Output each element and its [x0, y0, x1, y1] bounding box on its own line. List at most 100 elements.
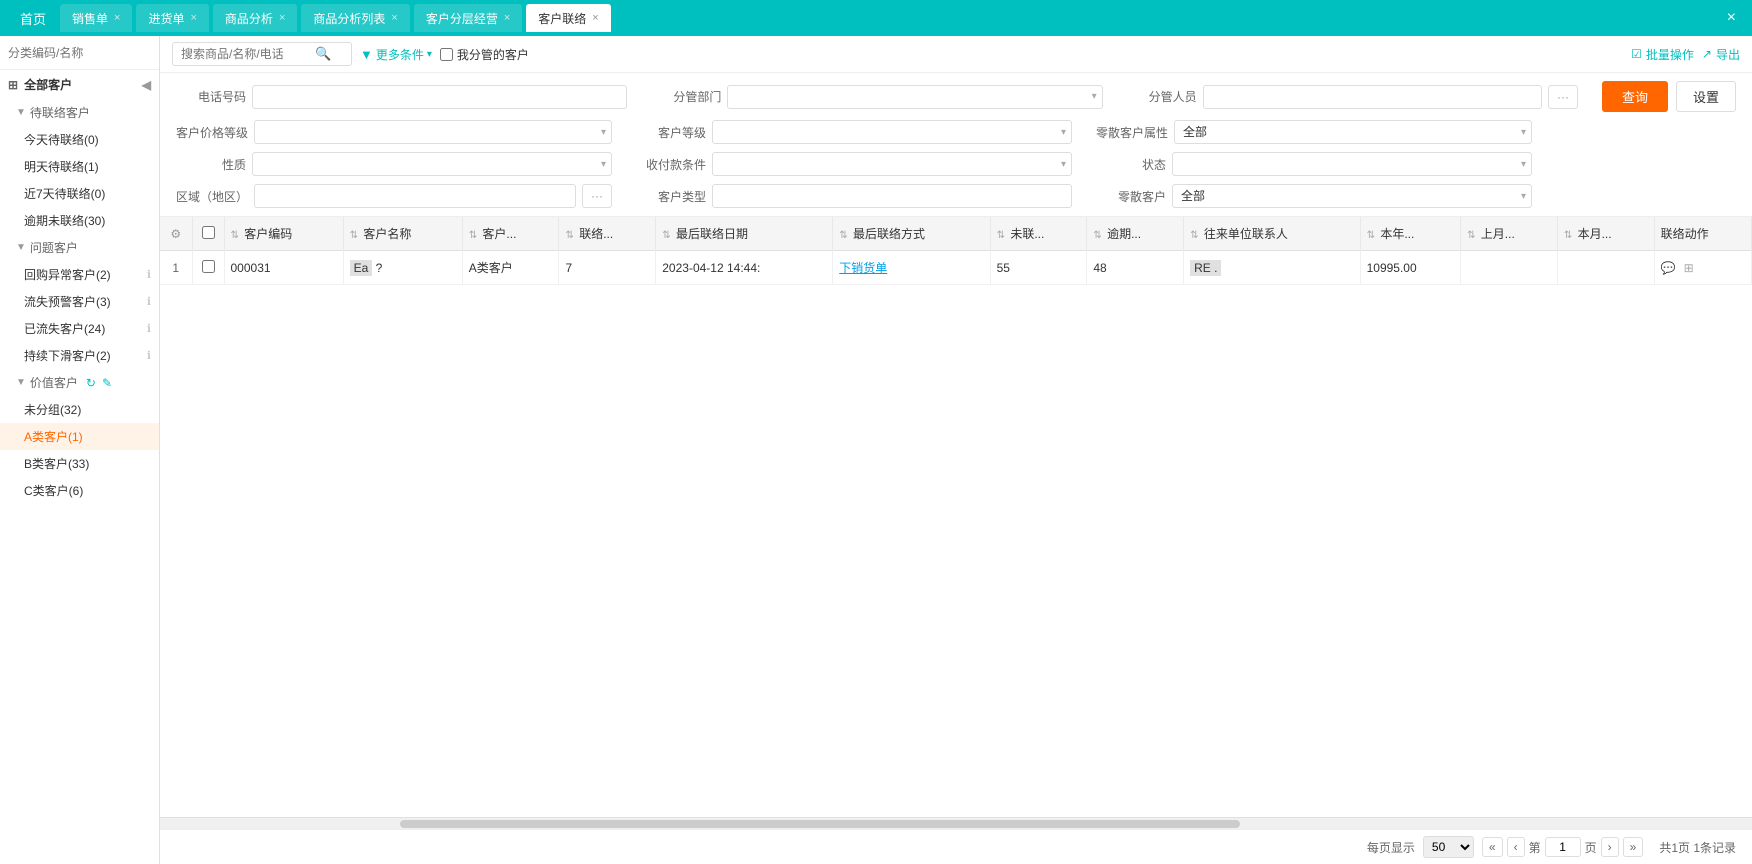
nav-tab-customer-tier[interactable]: 客户分层经营 × [414, 4, 522, 32]
filter-status: 状态 ▾ [1096, 152, 1532, 176]
row-customer-type: A类客户 [462, 251, 559, 285]
filter-retail-customer-select[interactable]: 全部 [1172, 184, 1532, 208]
horizontal-scrollbar[interactable] [160, 817, 1752, 829]
row-unit-contact-value: RE . [1190, 260, 1221, 276]
my-customers-checkbox[interactable] [440, 48, 453, 61]
sidebar-item-class-c[interactable]: C类客户(6) [0, 477, 159, 504]
filter-price-grade-select[interactable] [254, 120, 612, 144]
nav-tab-customer-contact[interactable]: 客户联络 × [526, 4, 610, 32]
nav-home[interactable]: 首页 [8, 9, 58, 28]
page-size-select[interactable]: 10 20 50 100 [1423, 836, 1474, 858]
sidebar-item-overdue[interactable]: 逾期未联络(30) [0, 207, 159, 234]
row-this-month-value [1557, 251, 1654, 285]
filter-payment-select[interactable] [712, 152, 1072, 176]
problem-customers-group[interactable]: ▼ 问题客户 [0, 234, 159, 261]
nav-tab-analysis-list[interactable]: 商品分析列表 × [301, 4, 409, 32]
filter-nature-select[interactable] [252, 152, 612, 176]
my-customers-filter[interactable]: 我分管的客户 [440, 46, 529, 63]
value-arrow: ▼ [16, 377, 26, 388]
chat-icon[interactable]: 💬 [1661, 261, 1676, 275]
sidebar-item-class-b[interactable]: B类客户(33) [0, 450, 159, 477]
filter-status-wrapper: ▾ [1172, 152, 1532, 176]
filter-dept-select-wrapper: ▾ [727, 85, 1102, 109]
nav-tab-analysis-list-close[interactable]: × [391, 12, 397, 24]
sidebar-item-declining[interactable]: 持续下滑客户(2) ℹ [0, 342, 159, 369]
batch-action-btn[interactable]: ☑ 批量操作 [1631, 46, 1694, 63]
export-btn[interactable]: ↗ 导出 [1702, 46, 1740, 63]
filter-retail-attr-select[interactable]: 全部 [1174, 120, 1532, 144]
row-last-method-link[interactable]: 下销货单 [839, 261, 887, 275]
filter-manager-input[interactable] [1203, 85, 1542, 109]
page-size-label: 每页显示 [1367, 839, 1415, 856]
settings-icon[interactable]: ⚙ [170, 227, 181, 241]
contact-sort-icon: ⇅ [565, 230, 573, 241]
edit-icon[interactable]: ✎ [102, 376, 112, 390]
window-close-button[interactable]: × [1719, 9, 1744, 27]
all-customers-header[interactable]: ⊞ 全部客户 ◀ [0, 70, 159, 99]
row-checkbox[interactable] [202, 260, 215, 273]
filter-region-input[interactable] [254, 184, 576, 208]
filter-region-dots-btn[interactable]: ··· [582, 184, 612, 208]
sidebar-item-class-a[interactable]: A类客户(1) [0, 423, 159, 450]
row-contact-count: 7 [559, 251, 656, 285]
sidebar-item-churn-warning[interactable]: 流失预警客户(3) ℹ [0, 288, 159, 315]
sidebar-item-churned[interactable]: 已流失客户(24) ℹ [0, 315, 159, 342]
nav-tab-purchase[interactable]: 进货单 × [136, 4, 208, 32]
search-button[interactable]: 查询 [1602, 81, 1668, 112]
row-name-suffix: ? [376, 261, 383, 275]
nav-tab-purchase-close[interactable]: × [190, 12, 196, 24]
sidebar-item-abnormal[interactable]: 回购异常客户(2) ℹ [0, 261, 159, 288]
filter-more-btn[interactable]: ▼ 更多条件 ▾ [360, 46, 432, 63]
pagination-bar: 每页显示 10 20 50 100 « ‹ 第 页 › » 共1页 1条记录 [160, 829, 1752, 864]
nav-tab-customer-tier-close[interactable]: × [504, 12, 510, 24]
first-page-btn[interactable]: « [1482, 837, 1503, 857]
value-customers-group[interactable]: ▼ 价值客户 ↻ ✎ [0, 369, 159, 396]
batch-action-label: 批量操作 [1646, 46, 1694, 63]
row-action-icons: 💬 ⊞ [1654, 251, 1751, 285]
filter-search-input[interactable] [181, 47, 311, 61]
filter-dept-label: 分管部门 [651, 88, 721, 105]
col-actions: 联络动作 [1654, 217, 1751, 251]
filter-nature-wrapper: ▾ [252, 152, 612, 176]
filter-dept-select[interactable] [727, 85, 1102, 109]
qrcode-icon[interactable]: ⊞ [1684, 261, 1694, 275]
adv-filter-row2: 客户价格等级 ▾ 客户等级 ▾ 零散客户属性 [176, 120, 1736, 144]
sidebar-item-tomorrow[interactable]: 明天待联络(1) [0, 153, 159, 180]
filter-customer-type-input[interactable] [712, 184, 1072, 208]
last-page-btn[interactable]: » [1623, 837, 1644, 857]
filter-customer-grade-select[interactable] [712, 120, 1072, 144]
filter-retail-attr-wrapper: 全部 ▾ [1174, 120, 1532, 144]
nav-tab-analysis-close[interactable]: × [279, 12, 285, 24]
scrollbar-thumb[interactable] [400, 820, 1240, 828]
prev-page-btn[interactable]: ‹ [1507, 837, 1525, 857]
funnel-icon: ▼ [360, 47, 373, 62]
select-all-checkbox[interactable] [202, 226, 215, 239]
refresh-icon[interactable]: ↻ [86, 376, 96, 390]
sidebar-search-input[interactable] [8, 46, 160, 60]
filter-status-label: 状态 [1096, 156, 1166, 173]
problem-customers-label: 问题客户 [30, 239, 78, 256]
page-nav: « ‹ 第 页 › » [1482, 837, 1643, 857]
filter-region: 区域（地区） ··· [176, 184, 612, 208]
filter-status-select[interactable] [1172, 152, 1532, 176]
nav-tab-sales-close[interactable]: × [114, 12, 120, 24]
nav-tab-analysis[interactable]: 商品分析 × [213, 4, 297, 32]
page-input[interactable] [1545, 837, 1581, 857]
sidebar-item-7days[interactable]: 近7天待联络(0) [0, 180, 159, 207]
filter-search-icon[interactable]: 🔍 [315, 46, 331, 62]
filter-retail-customer: 零散客户 全部 ▾ [1096, 184, 1532, 208]
sidebar-item-no-group[interactable]: 未分组(32) [0, 396, 159, 423]
sidebar-item-today[interactable]: 今天待联络(0) [0, 126, 159, 153]
settings-button[interactable]: 设置 [1676, 81, 1736, 112]
filter-actions: ☑ 批量操作 ↗ 导出 [1631, 46, 1740, 63]
next-page-btn[interactable]: › [1601, 837, 1619, 857]
nav-tab-customer-contact-close[interactable]: × [592, 12, 598, 24]
nav-tab-sales[interactable]: 销售单 × [60, 4, 132, 32]
filter-price-grade: 客户价格等级 ▾ [176, 120, 612, 144]
col-contact-label: 联络... [579, 227, 613, 241]
pending-contact-group[interactable]: ▼ 待联络客户 [0, 99, 159, 126]
content-area: 🔍 ▼ 更多条件 ▾ 我分管的客户 ☑ 批量操作 ↗ 导出 [160, 36, 1752, 864]
grid-icon: ⊞ [8, 78, 18, 92]
filter-phone-input[interactable] [252, 85, 627, 109]
filter-manager-dots-btn[interactable]: ··· [1548, 85, 1578, 109]
